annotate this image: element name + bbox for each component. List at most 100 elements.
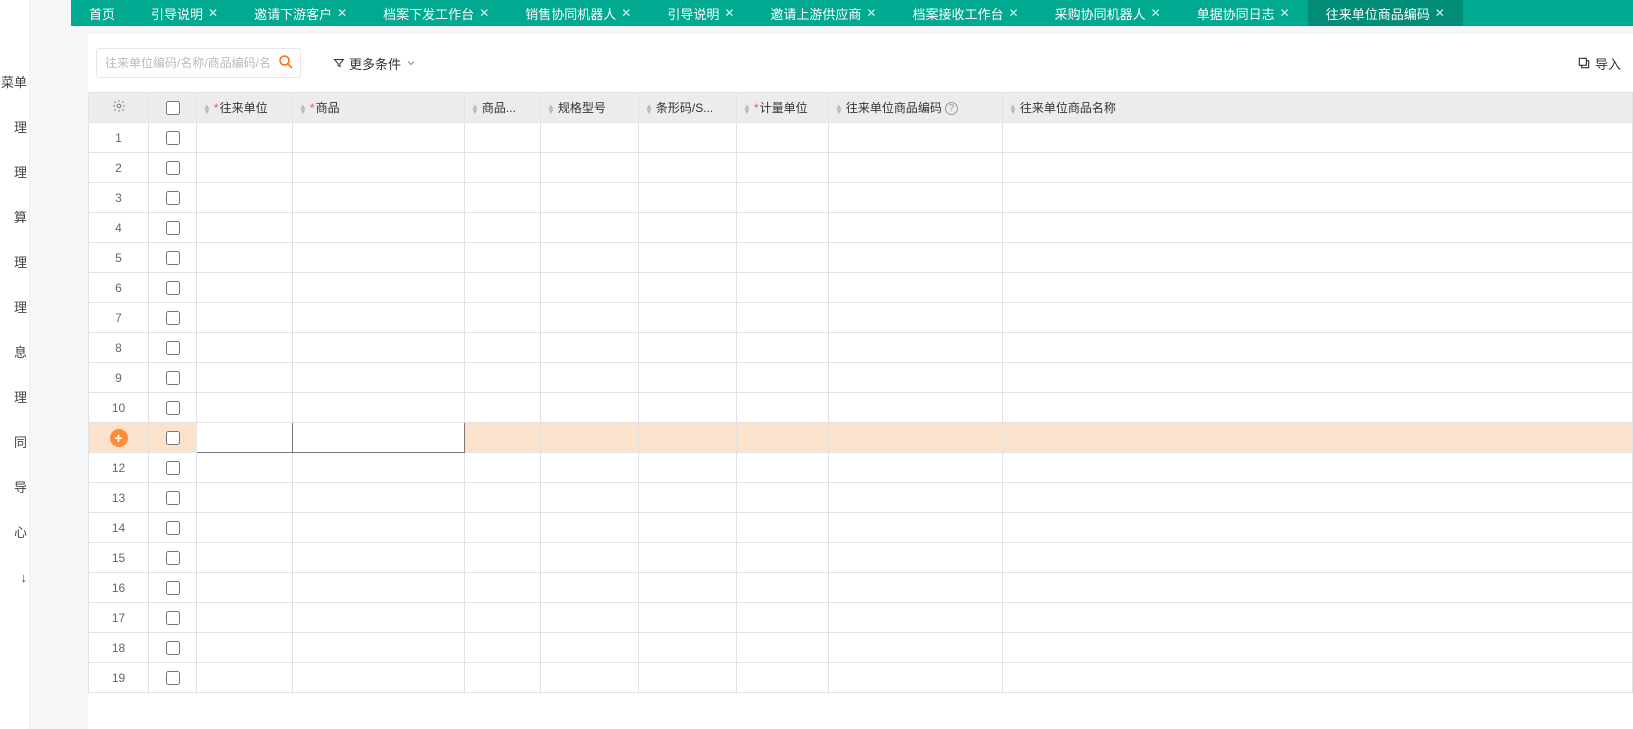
- cell[interactable]: [639, 123, 737, 153]
- cell[interactable]: [293, 333, 465, 363]
- cell[interactable]: [541, 243, 639, 273]
- cell[interactable]: [829, 603, 1003, 633]
- cell[interactable]: [737, 453, 829, 483]
- cell[interactable]: [639, 183, 737, 213]
- sidebar-item-9[interactable]: 导: [0, 465, 29, 510]
- sidebar-item-2[interactable]: 理: [0, 150, 29, 195]
- cell[interactable]: [293, 423, 465, 453]
- cell[interactable]: [639, 543, 737, 573]
- cell[interactable]: [197, 183, 293, 213]
- row-checkbox[interactable]: [166, 671, 180, 685]
- cell[interactable]: [829, 663, 1003, 693]
- cell[interactable]: [197, 663, 293, 693]
- cell[interactable]: [829, 273, 1003, 303]
- cell[interactable]: [465, 663, 541, 693]
- sidebar-item-10[interactable]: 心: [0, 510, 29, 555]
- cell[interactable]: [1003, 153, 1633, 183]
- cell[interactable]: [465, 573, 541, 603]
- col-barcode[interactable]: ▲▼条形码/S...: [639, 93, 737, 123]
- cell[interactable]: [541, 453, 639, 483]
- row-checkbox[interactable]: [166, 491, 180, 505]
- row-checkbox[interactable]: [166, 161, 180, 175]
- cell[interactable]: [293, 543, 465, 573]
- tab-8[interactable]: 采购协同机器人✕: [1037, 0, 1179, 26]
- row-checkbox[interactable]: [166, 371, 180, 385]
- table-row[interactable]: +: [89, 423, 1633, 453]
- cell[interactable]: [1003, 483, 1633, 513]
- tab-3[interactable]: 档案下发工作台✕: [365, 0, 507, 26]
- cell[interactable]: [197, 123, 293, 153]
- cell[interactable]: [293, 663, 465, 693]
- table-row[interactable]: 6: [89, 273, 1633, 303]
- cell[interactable]: [737, 243, 829, 273]
- cell[interactable]: [639, 213, 737, 243]
- cell[interactable]: [465, 123, 541, 153]
- cell[interactable]: [829, 483, 1003, 513]
- table-row[interactable]: 15: [89, 543, 1633, 573]
- cell[interactable]: [541, 153, 639, 183]
- tab-6[interactable]: 邀请上游供应商✕: [752, 0, 894, 26]
- row-checkbox[interactable]: [166, 131, 180, 145]
- col-unit-prod-name[interactable]: ▲▼往来单位商品名称: [1003, 93, 1633, 123]
- export-button[interactable]: 导入: [1577, 54, 1625, 73]
- cell[interactable]: [197, 273, 293, 303]
- cell[interactable]: [829, 453, 1003, 483]
- cell[interactable]: [541, 123, 639, 153]
- cell[interactable]: [197, 303, 293, 333]
- table-row[interactable]: 16: [89, 573, 1633, 603]
- cell[interactable]: [1003, 273, 1633, 303]
- row-checkbox[interactable]: [166, 191, 180, 205]
- tab-1[interactable]: 引导说明✕: [133, 0, 236, 26]
- cell[interactable]: [737, 153, 829, 183]
- cell[interactable]: [1003, 453, 1633, 483]
- cell[interactable]: [829, 303, 1003, 333]
- cell[interactable]: [829, 363, 1003, 393]
- more-conditions-button[interactable]: 更多条件: [333, 54, 417, 73]
- cell[interactable]: [465, 453, 541, 483]
- cell[interactable]: [197, 153, 293, 183]
- cell[interactable]: [541, 333, 639, 363]
- cell[interactable]: [293, 183, 465, 213]
- cell[interactable]: [465, 543, 541, 573]
- sidebar-item-7[interactable]: 理: [0, 375, 29, 420]
- close-icon[interactable]: ✕: [479, 6, 489, 20]
- cell[interactable]: [829, 513, 1003, 543]
- cell[interactable]: [1003, 543, 1633, 573]
- table-row[interactable]: 18: [89, 633, 1633, 663]
- close-icon[interactable]: ✕: [1009, 6, 1019, 20]
- cell[interactable]: [541, 513, 639, 543]
- close-icon[interactable]: ✕: [724, 6, 734, 20]
- table-row[interactable]: 4: [89, 213, 1633, 243]
- cell[interactable]: [829, 213, 1003, 243]
- cell[interactable]: [1003, 363, 1633, 393]
- cell[interactable]: [639, 153, 737, 183]
- cell[interactable]: [293, 453, 465, 483]
- cell[interactable]: [197, 573, 293, 603]
- tab-4[interactable]: 销售协同机器人✕: [507, 0, 649, 26]
- row-checkbox[interactable]: [166, 581, 180, 595]
- row-checkbox[interactable]: [166, 311, 180, 325]
- table-row[interactable]: 13: [89, 483, 1633, 513]
- close-icon[interactable]: ✕: [337, 6, 347, 20]
- add-row-button[interactable]: +: [110, 429, 128, 447]
- search-input[interactable]: [96, 48, 301, 78]
- cell[interactable]: [293, 603, 465, 633]
- row-checkbox[interactable]: [166, 461, 180, 475]
- cell[interactable]: [737, 183, 829, 213]
- sidebar-item-4[interactable]: 理: [0, 240, 29, 285]
- col-product[interactable]: ▲▼*商品: [293, 93, 465, 123]
- table-row[interactable]: 12: [89, 453, 1633, 483]
- cell[interactable]: [639, 333, 737, 363]
- cell[interactable]: [737, 303, 829, 333]
- cell[interactable]: [465, 303, 541, 333]
- cell[interactable]: [293, 363, 465, 393]
- cell[interactable]: [1003, 303, 1633, 333]
- sidebar-item-6[interactable]: 息: [0, 330, 29, 375]
- sidebar-item-1[interactable]: 理: [0, 105, 29, 150]
- cell[interactable]: [465, 153, 541, 183]
- cell[interactable]: [829, 123, 1003, 153]
- cell[interactable]: [639, 393, 737, 423]
- col-spec[interactable]: ▲▼规格型号: [541, 93, 639, 123]
- cell[interactable]: [465, 213, 541, 243]
- close-icon[interactable]: ✕: [1280, 6, 1290, 20]
